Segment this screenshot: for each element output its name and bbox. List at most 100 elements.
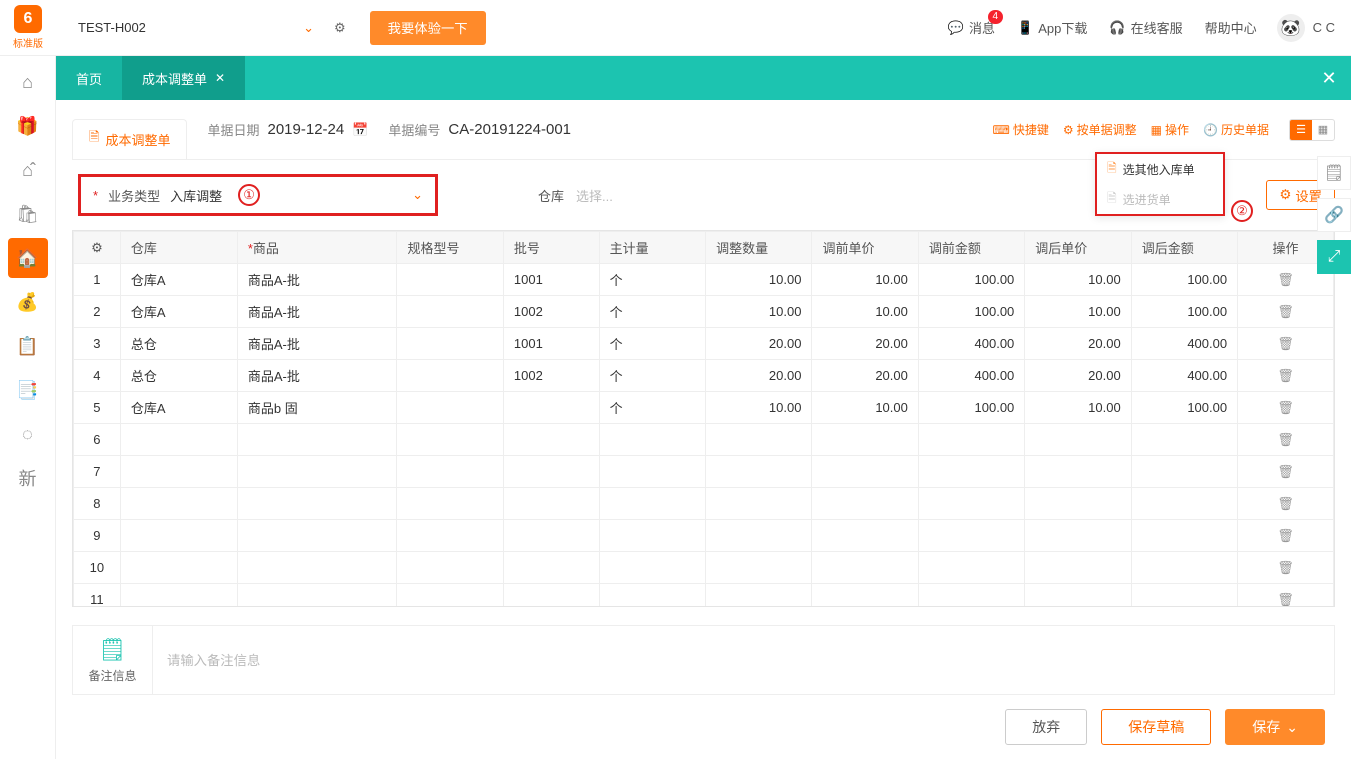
date-value[interactable]: 2019-12-24 [267, 121, 344, 138]
keyboard-icon: ⌨ [993, 123, 1010, 137]
logo-subtitle: 标准版 [13, 35, 43, 50]
col-unit: 主计量 [599, 232, 705, 264]
delete-icon[interactable]: 🗑 [1238, 456, 1334, 488]
close-icon[interactable]: ✕ [215, 71, 225, 85]
discard-button[interactable]: 放弃 [1005, 709, 1087, 745]
warehouse-placeholder: 选择... [576, 186, 613, 205]
sidebar-house-icon[interactable]: ⌂̂ [8, 150, 48, 190]
delete-icon[interactable]: 🗑 [1238, 584, 1334, 608]
sidebar-bag-icon[interactable]: 🛍 [8, 194, 48, 234]
note-icon[interactable]: 🗒 [1317, 156, 1351, 190]
phone-icon: 📱 [1017, 20, 1033, 36]
delete-icon[interactable]: 🗑 [1238, 488, 1334, 520]
org-name: TEST-H002 [78, 20, 146, 35]
tune-icon: ⚙ [1063, 123, 1074, 137]
table-row[interactable]: 2仓库A商品A-批1002个10.0010.00100.0010.00100.0… [74, 296, 1334, 328]
table-row[interactable]: 6🗑 [74, 424, 1334, 456]
delete-icon[interactable]: 🗑 [1238, 520, 1334, 552]
delete-icon[interactable]: 🗑 [1238, 424, 1334, 456]
save-draft-button[interactable]: 保存草稿 [1101, 709, 1211, 745]
note-icon: 🗒 [99, 637, 127, 663]
service-link[interactable]: 🎧 在线客服 [1109, 18, 1182, 37]
chevron-down-icon: ⌄ [1286, 719, 1298, 736]
expand-icon[interactable]: ⤢ [1317, 240, 1351, 274]
doc-tab[interactable]: 🗎 成本调整单 [72, 119, 187, 159]
tab-cost-adjust[interactable]: 成本调整单 ✕ [122, 56, 245, 100]
gear-icon: ⚙ [1279, 187, 1291, 203]
app-download-link[interactable]: 📱 App下载 [1017, 18, 1087, 37]
delete-icon[interactable]: 🗑 [1238, 296, 1334, 328]
table-row[interactable]: 1仓库A商品A-批1001个10.0010.00100.0010.00100.0… [74, 264, 1334, 296]
warehouse-label: 仓库 [538, 186, 564, 205]
delete-icon[interactable]: 🗑 [1238, 360, 1334, 392]
col-product: *商品 [237, 232, 397, 264]
table-row[interactable]: 7🗑 [74, 456, 1334, 488]
link-icon[interactable]: 🔗 [1317, 198, 1351, 232]
tab-home-label: 首页 [76, 69, 102, 88]
table-row[interactable]: 4总仓商品A-批1002个20.0020.00400.0020.00400.00… [74, 360, 1334, 392]
warehouse-select[interactable]: 仓库 选择... [538, 186, 613, 205]
table-row[interactable]: 5仓库A商品b 固个10.0010.00100.0010.00100.00🗑 [74, 392, 1334, 424]
sidebar-money-icon[interactable]: 💰 [8, 282, 48, 322]
docno-value: CA-20191224-001 [448, 121, 571, 138]
try-button[interactable]: 我要体验一下 [370, 11, 486, 45]
action-quickkey[interactable]: ⌨快捷键 [993, 121, 1049, 138]
col-batch: 批号 [503, 232, 599, 264]
avatar[interactable]: 🐼 [1277, 14, 1305, 42]
org-select[interactable]: TEST-H002 ⌄ [66, 10, 326, 46]
table-row[interactable]: 10🗑 [74, 552, 1334, 584]
delete-icon[interactable]: 🗑 [1238, 328, 1334, 360]
logo-icon: 6 [14, 5, 42, 33]
list-view-icon[interactable]: ☰ [1290, 120, 1312, 140]
help-label: 帮助中心 [1205, 18, 1257, 37]
card-view-icon[interactable]: ▦ [1312, 120, 1334, 140]
chevron-down-icon: ⌄ [303, 20, 314, 36]
sidebar-warehouse-icon[interactable]: 🏠 [8, 238, 48, 278]
doc-icon: 🗎 [1107, 189, 1117, 210]
calendar-icon[interactable]: 📅 [352, 122, 368, 138]
col-gear[interactable]: ⚙ [74, 232, 121, 264]
page-tabs: 首页 成本调整单 ✕ ✕ [56, 56, 1351, 100]
remark-label: 备注信息 [88, 667, 136, 684]
table-row[interactable]: 3总仓商品A-批1001个20.0020.00400.0020.00400.00… [74, 328, 1334, 360]
view-toggle[interactable]: ☰ ▦ [1289, 119, 1335, 141]
sidebar-report-icon[interactable]: 📑 [8, 370, 48, 410]
sidebar-sync-icon[interactable]: ◌ [8, 414, 48, 454]
table-row[interactable]: 9🗑 [74, 520, 1334, 552]
delete-icon[interactable]: 🗑 [1238, 392, 1334, 424]
sidebar-clipboard-icon[interactable]: 📋 [8, 326, 48, 366]
sidebar-new-icon[interactable]: 新 [8, 458, 48, 498]
col-pre-price: 调前单价 [812, 232, 918, 264]
grid: ⚙ 仓库 *商品 规格型号 批号 主计量 调整数量 调前单价 调前金额 调后单价… [72, 230, 1335, 607]
biz-value: 入库调整 [170, 186, 222, 205]
bydoc-dropdown: 🗎选其他入库单 🗎选进货单 [1095, 152, 1225, 216]
service-label: 在线客服 [1131, 18, 1183, 37]
history-icon: 🕘 [1203, 123, 1218, 137]
action-history[interactable]: 🕘历史单据 [1203, 121, 1269, 138]
remark-input[interactable] [153, 626, 1334, 694]
footer: 放弃 保存草稿 保存⌄ [72, 695, 1335, 759]
delete-icon[interactable]: 🗑 [1238, 552, 1334, 584]
help-link[interactable]: 帮助中心 [1205, 18, 1257, 37]
col-post-amt: 调后金额 [1131, 232, 1237, 264]
headset-icon: 🎧 [1109, 20, 1125, 36]
dropdown-item-other-inbound[interactable]: 🗎选其他入库单 [1097, 154, 1223, 184]
app-download-label: App下载 [1038, 18, 1087, 37]
col-pre-amt: 调前金额 [918, 232, 1024, 264]
username: C C [1313, 20, 1335, 35]
table-row[interactable]: 8🗑 [74, 488, 1334, 520]
table-row[interactable]: 11🗑 [74, 584, 1334, 608]
tabs-close-button[interactable]: ✕ [1307, 68, 1351, 89]
messages-link[interactable]: 💬 消息 4 [948, 18, 995, 37]
message-icon: 💬 [948, 20, 964, 36]
gear-icon[interactable]: ⚙ [334, 20, 346, 36]
sidebar: ⌂ 🎁 ⌂̂ 🛍 🏠 💰 📋 📑 ◌ 新 [0, 56, 56, 759]
action-bydoc[interactable]: ⚙按单据调整 [1063, 121, 1137, 138]
save-button[interactable]: 保存⌄ [1225, 709, 1325, 745]
business-type-select[interactable]: * 业务类型 入库调整 ① ⌄ [78, 174, 438, 216]
sidebar-home-icon[interactable]: ⌂ [8, 62, 48, 102]
tab-home[interactable]: 首页 [56, 56, 122, 100]
sidebar-gift-icon[interactable]: 🎁 [8, 106, 48, 146]
action-operate[interactable]: ▦操作 [1151, 121, 1189, 138]
date-label: 单据日期 [207, 120, 259, 139]
